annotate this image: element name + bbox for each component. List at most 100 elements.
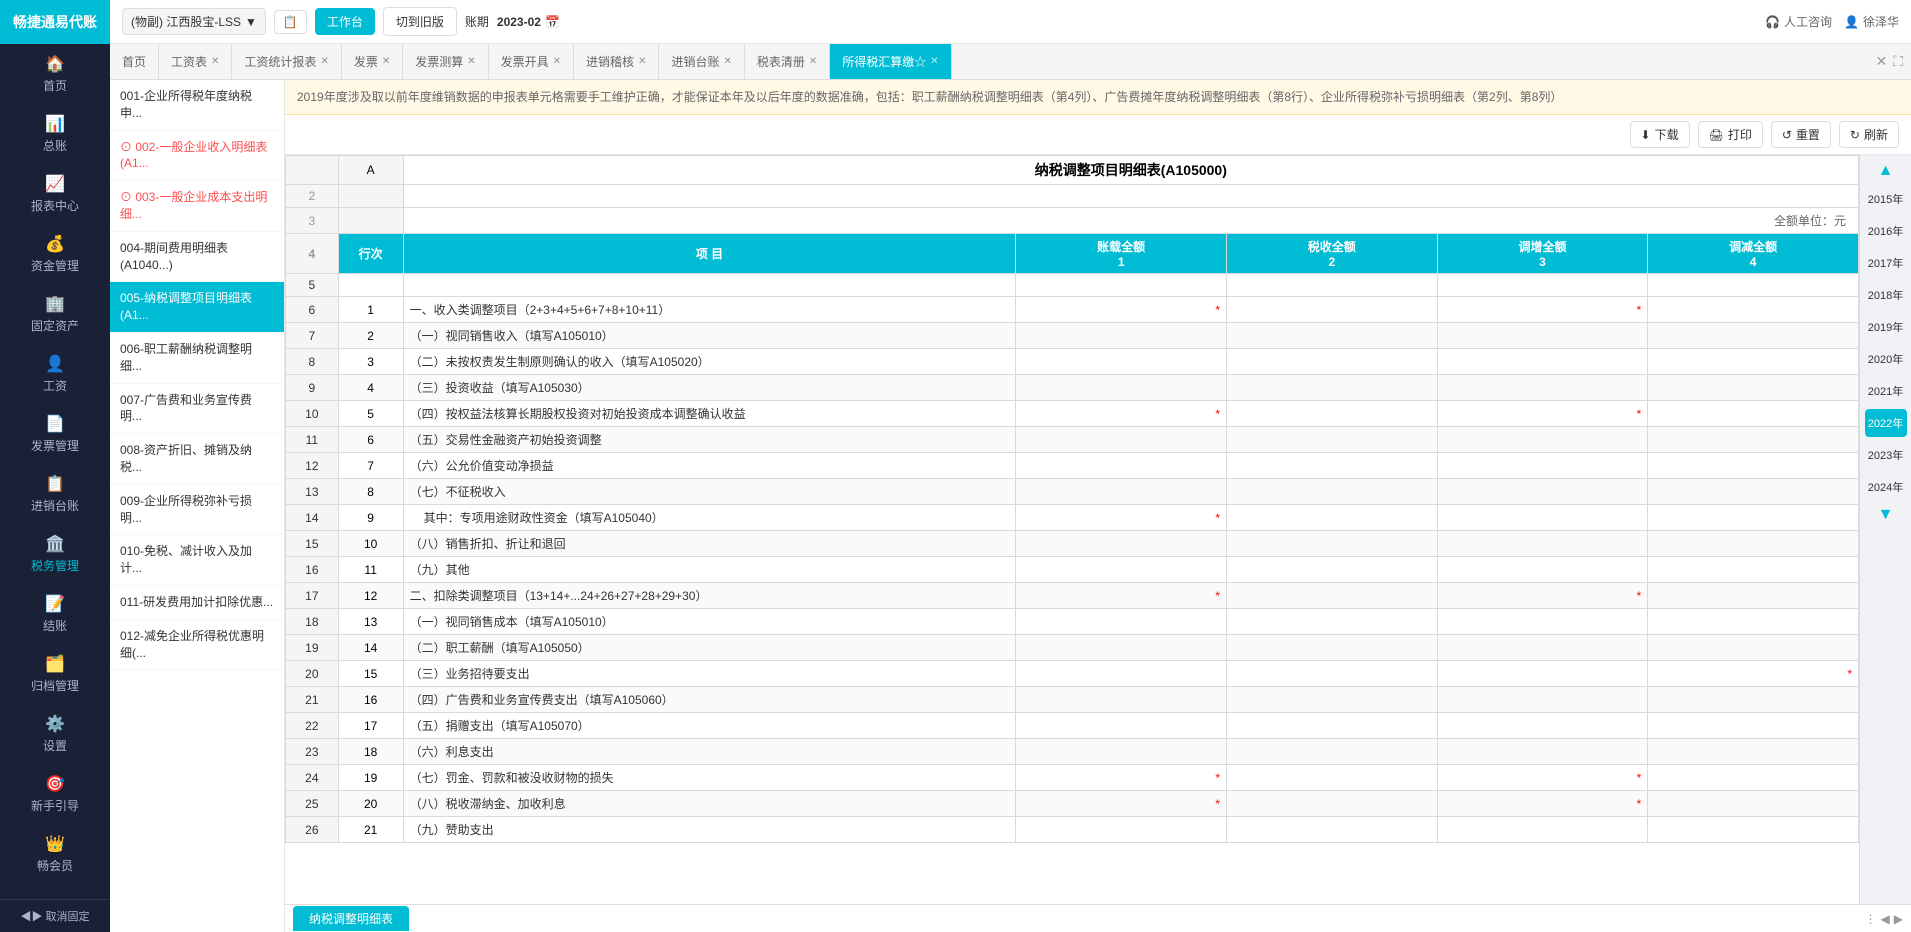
year-2022[interactable]: 2022年 bbox=[1865, 409, 1907, 437]
sidebar-item-label: 固定资产 bbox=[31, 317, 79, 334]
year-2015[interactable]: 2015年 bbox=[1865, 185, 1907, 213]
print-button[interactable]: 🖨 打印 bbox=[1698, 121, 1763, 148]
spreadsheet-wrap[interactable]: A 纳税调整项目明细表(A105000) 2 bbox=[285, 155, 1859, 904]
left-item-006[interactable]: 006-职工薪酬纳税调整明细... bbox=[110, 333, 284, 384]
sidebar-item-invoice[interactable]: 📄 发票管理 bbox=[0, 404, 110, 464]
sidebar-item-assets[interactable]: 🏢 固定资产 bbox=[0, 284, 110, 344]
left-item-011[interactable]: 011-研发费用加计扣除优惠... bbox=[110, 586, 284, 620]
refresh-icon: ↻ bbox=[1850, 128, 1860, 142]
year-2017[interactable]: 2017年 bbox=[1865, 249, 1907, 277]
user-name: 徐泽华 bbox=[1863, 13, 1899, 30]
left-item-005[interactable]: 005-纳税调整项目明细表(A1... bbox=[110, 282, 284, 333]
sidebar-item-label: 畅会员 bbox=[37, 857, 73, 874]
bottom-nav: ⋮ ◀ ▶ bbox=[1865, 912, 1903, 926]
report-icon: 📈 bbox=[45, 174, 65, 194]
sidebar-item-home[interactable]: 🏠 首页 bbox=[0, 44, 110, 104]
tab-close-icon[interactable]: ✕ bbox=[211, 56, 219, 67]
tab-close-icon[interactable]: ✕ bbox=[382, 56, 390, 67]
year-2016[interactable]: 2016年 bbox=[1865, 217, 1907, 245]
left-item-001[interactable]: 001-企业所得税年度纳税申... bbox=[110, 80, 284, 131]
ledger-icon: 📊 bbox=[45, 114, 65, 134]
tab-close-icon[interactable]: ✕ bbox=[723, 56, 731, 67]
service-button[interactable]: 🎧 人工咨询 bbox=[1765, 13, 1832, 30]
company-selector[interactable]: (物副) 江西股宝-LSS ▼ bbox=[122, 8, 266, 35]
download-button[interactable]: ⬇ 下载 bbox=[1630, 121, 1690, 148]
year-2023[interactable]: 2023年 bbox=[1865, 441, 1907, 469]
left-item-004[interactable]: 004-期间费用明细表(A1040...) bbox=[110, 232, 284, 283]
switch-old-button[interactable]: 切到旧版 bbox=[383, 7, 457, 36]
left-item-002[interactable]: ⊙ 002-一般企业收入明细表(A1... bbox=[110, 131, 284, 182]
table-row: 15 10 （八）销售折扣、折让和退回 bbox=[286, 531, 1859, 557]
period-value: 2023-02 bbox=[497, 15, 541, 29]
scroll-left-icon[interactable]: ◀ bbox=[1881, 912, 1890, 926]
sidebar-item-tax[interactable]: 🏛️ 税务管理 bbox=[0, 524, 110, 584]
tab-close-icon[interactable]: ✕ bbox=[553, 56, 561, 67]
maximize-icon: ⛶ bbox=[1893, 53, 1903, 70]
left-item-012[interactable]: 012-减免企业所得税优惠明细(... bbox=[110, 620, 284, 671]
copy-button[interactable]: 📋 bbox=[274, 10, 307, 34]
tab-invoice[interactable]: 发票 ✕ bbox=[342, 44, 403, 80]
year-2021[interactable]: 2021年 bbox=[1865, 377, 1907, 405]
workbench-button[interactable]: 工作台 bbox=[315, 8, 375, 35]
tab-close-icon[interactable]: ✕ bbox=[930, 56, 938, 67]
sidebar-item-label: 报表中心 bbox=[31, 197, 79, 214]
reset-button[interactable]: ↺ 重置 bbox=[1771, 121, 1831, 148]
bottom-tab-item[interactable]: 纳税调整明细表 bbox=[293, 906, 409, 931]
tab-income-tax[interactable]: 所得税汇算缴☆ ✕ bbox=[830, 44, 951, 80]
right-panel: 2019年度涉及取以前年度维销数据的申报表单元格需要手工维护正确，才能保证本年及… bbox=[285, 80, 1911, 932]
calendar-icon[interactable]: 📅 bbox=[545, 15, 560, 29]
sidebar-item-label: 新手引导 bbox=[31, 797, 79, 814]
tab-tax-list[interactable]: 税表清册 ✕ bbox=[745, 44, 830, 80]
sidebar-item-vip[interactable]: 👑 畅会员 bbox=[0, 824, 110, 884]
tab-check[interactable]: 进销稽核 ✕ bbox=[574, 44, 659, 80]
tab-invoice-open[interactable]: 发票开具 ✕ bbox=[489, 44, 574, 80]
unpin-button[interactable]: ◀▶ 取消固定 bbox=[0, 900, 110, 932]
tab-salary[interactable]: 工资表 ✕ bbox=[159, 44, 232, 80]
table-row: 14 9 其中：专项用途财政性资金（填写A105040） * bbox=[286, 505, 1859, 531]
tab-close-icon[interactable]: ✕ bbox=[467, 56, 475, 67]
sidebar-item-finance[interactable]: 💰 资金管理 bbox=[0, 224, 110, 284]
year-2019[interactable]: 2019年 bbox=[1865, 313, 1907, 341]
tab-home[interactable]: 首页 bbox=[110, 44, 159, 80]
sidebar-item-report[interactable]: 📈 报表中心 bbox=[0, 164, 110, 224]
sidebar-item-ledger[interactable]: 📊 总账 bbox=[0, 104, 110, 164]
tab-ledger[interactable]: 进销台账 ✕ bbox=[659, 44, 744, 80]
tab-close-all[interactable]: ✕ ⛶ bbox=[1867, 53, 1911, 70]
home-icon: 🏠 bbox=[45, 54, 65, 74]
scroll-right-icon[interactable]: ▶ bbox=[1894, 912, 1903, 926]
tab-close-icon[interactable]: ✕ bbox=[320, 56, 328, 67]
year-2024[interactable]: 2024年 bbox=[1865, 473, 1907, 501]
year-down-button[interactable]: ▼ bbox=[1868, 503, 1904, 527]
vip-icon: 👑 bbox=[45, 834, 65, 854]
year-up-button[interactable]: ▲ bbox=[1868, 159, 1904, 183]
table-row: 2 bbox=[286, 185, 1859, 208]
tab-label: 工资表 bbox=[171, 53, 207, 70]
year-2020[interactable]: 2020年 bbox=[1865, 345, 1907, 373]
sidebar-item-settings[interactable]: ⚙️ 设置 bbox=[0, 704, 110, 764]
tab-label: 进销台账 bbox=[671, 53, 719, 70]
table-row: 5 bbox=[286, 274, 1859, 297]
left-item-009[interactable]: 009-企业所得税弥补亏损明... bbox=[110, 485, 284, 536]
left-item-010[interactable]: 010-免税、减计收入及加计... bbox=[110, 535, 284, 586]
left-item-008[interactable]: 008-资产折旧、摊销及纳税... bbox=[110, 434, 284, 485]
sidebar-item-label: 发票管理 bbox=[31, 437, 79, 454]
table-row: 12 7 （六）公允价值变动净损益 bbox=[286, 453, 1859, 479]
left-item-007[interactable]: 007-广告费和业务宣传费明... bbox=[110, 384, 284, 435]
sidebar-item-archive[interactable]: 🗂️ 归档管理 bbox=[0, 644, 110, 704]
left-item-003[interactable]: ⊙ 003-一般企业成本支出明细... bbox=[110, 181, 284, 232]
sidebar-item-purchase[interactable]: 📋 进销台账 bbox=[0, 464, 110, 524]
tab-close-icon[interactable]: ✕ bbox=[809, 56, 817, 67]
table-row: 3 全额单位：元 bbox=[286, 208, 1859, 234]
finance-icon: 💰 bbox=[45, 234, 65, 254]
sidebar-collapse[interactable]: ◀▶ 取消固定 bbox=[0, 899, 110, 932]
sidebar-item-guide[interactable]: 🎯 新手引导 bbox=[0, 764, 110, 824]
year-2018[interactable]: 2018年 bbox=[1865, 281, 1907, 309]
tab-invoice-calc[interactable]: 发票测算 ✕ bbox=[403, 44, 488, 80]
tab-salary-stats[interactable]: 工资统计报表 ✕ bbox=[232, 44, 341, 80]
sidebar-item-close[interactable]: 📝 结账 bbox=[0, 584, 110, 644]
user-avatar[interactable]: 👤 徐泽华 bbox=[1844, 13, 1899, 30]
tab-close-icon[interactable]: ✕ bbox=[638, 56, 646, 67]
sidebar-item-salary[interactable]: 👤 工资 bbox=[0, 344, 110, 404]
refresh-button[interactable]: ↻ 刷新 bbox=[1839, 121, 1899, 148]
archive-icon: 🗂️ bbox=[45, 654, 65, 674]
